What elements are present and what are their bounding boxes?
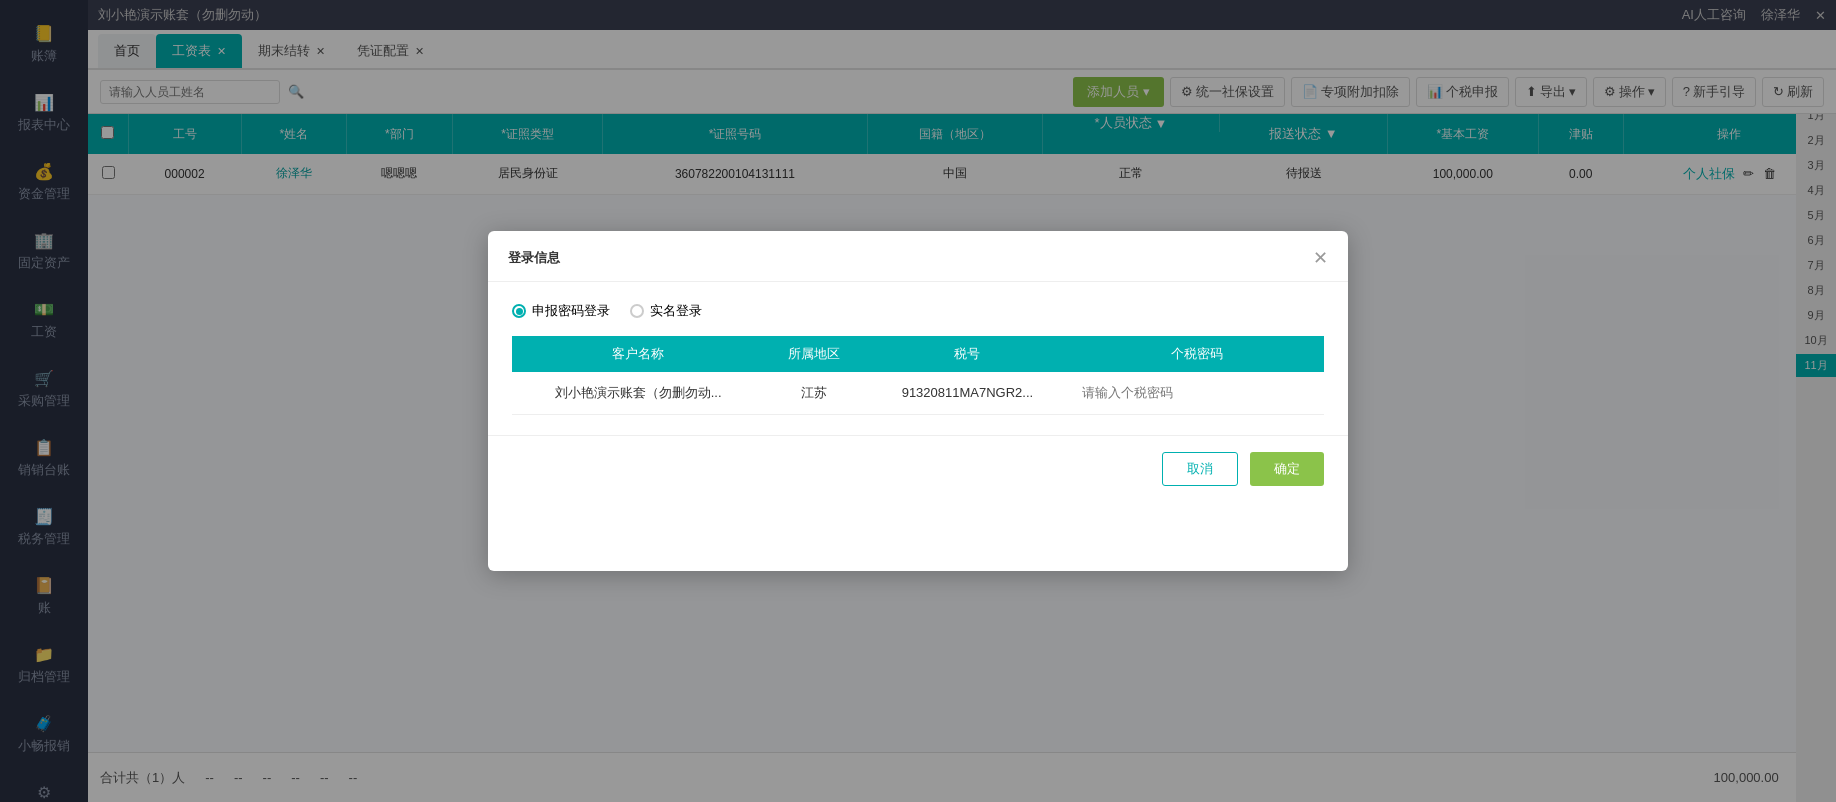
dialog-col-password: 个税密码 [1070, 336, 1324, 372]
dialog-title: 登录信息 [508, 249, 560, 267]
dialog-col-taxno: 税号 [865, 336, 1071, 372]
cancel-button[interactable]: 取消 [1162, 452, 1238, 486]
radio-password-circle [512, 304, 526, 318]
dialog-close-button[interactable]: ✕ [1313, 247, 1328, 269]
dialog-table-row: 刘小艳演示账套（勿删勿动... 江苏 91320811MA7NGR2... [512, 372, 1324, 414]
radio-realname-circle [630, 304, 644, 318]
modal-overlay: 登录信息 ✕ 申报密码登录 实名登录 客户名称 所属 [0, 0, 1836, 802]
login-table: 客户名称 所属地区 税号 个税密码 刘小艳演示账套（勿删勿动... 江苏 913… [512, 336, 1324, 415]
dialog-region: 江苏 [764, 372, 864, 414]
dialog-password-field[interactable] [1070, 372, 1324, 414]
login-dialog: 登录信息 ✕ 申报密码登录 实名登录 客户名称 所属 [488, 231, 1348, 571]
dialog-client-name: 刘小艳演示账套（勿删勿动... [512, 372, 764, 414]
radio-realname-label: 实名登录 [650, 302, 702, 320]
dialog-body: 申报密码登录 实名登录 客户名称 所属地区 税号 个税密码 [488, 282, 1348, 435]
dialog-footer: 取消 确定 [488, 435, 1348, 502]
dialog-tax-no: 91320811MA7NGR2... [865, 372, 1071, 414]
tax-password-input[interactable] [1082, 385, 1312, 400]
radio-password-login[interactable]: 申报密码登录 [512, 302, 610, 320]
login-mode-group: 申报密码登录 实名登录 [512, 302, 1324, 320]
dialog-col-region: 所属地区 [764, 336, 864, 372]
radio-password-label: 申报密码登录 [532, 302, 610, 320]
dialog-header: 登录信息 ✕ [488, 231, 1348, 282]
radio-realname-login[interactable]: 实名登录 [630, 302, 702, 320]
confirm-button[interactable]: 确定 [1250, 452, 1324, 486]
dialog-col-client: 客户名称 [512, 336, 764, 372]
